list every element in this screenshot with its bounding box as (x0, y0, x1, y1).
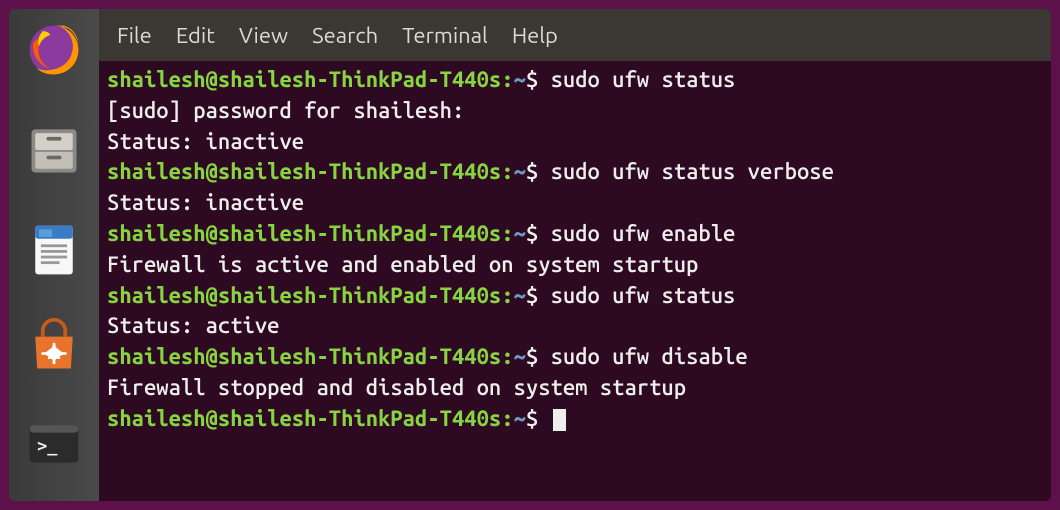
prompt-user-host: shailesh@shailesh-ThinkPad-T440s (107, 344, 501, 369)
command-text: sudo ufw status verbose (551, 159, 834, 184)
ubuntu-desktop: A >_ File Edit View Search Terminal Help… (9, 9, 1051, 501)
prompt-path: ~ (514, 221, 526, 246)
command-text: sudo ufw status (551, 283, 736, 308)
prompt-symbol: $ (526, 67, 538, 92)
prompt-user-host: shailesh@shailesh-ThinkPad-T440s (107, 67, 501, 92)
file-cabinet-icon (24, 120, 84, 180)
prompt-user-host: shailesh@shailesh-ThinkPad-T440s (107, 406, 501, 431)
svg-text:>_: >_ (37, 435, 58, 455)
launcher-item-writer[interactable] (19, 215, 89, 285)
terminal-icon: >_ (24, 412, 84, 472)
launcher-item-files[interactable] (19, 115, 89, 185)
command-text: sudo ufw status (551, 67, 736, 92)
terminal-output: Status: inactive (107, 188, 1043, 219)
terminal-output: Status: active (107, 311, 1043, 342)
menu-file[interactable]: File (117, 23, 152, 48)
document-icon (24, 220, 84, 280)
launcher-item-firefox[interactable] (19, 15, 89, 85)
terminal-line: shailesh@shailesh-ThinkPad-T440s:~$ sudo… (107, 342, 1043, 373)
prompt-symbol: $ (526, 283, 538, 308)
shopping-bag-icon: A (24, 316, 84, 376)
prompt-symbol: $ (526, 406, 538, 431)
command-text: sudo ufw enable (551, 221, 736, 246)
terminal-line: shailesh@shailesh-ThinkPad-T440s:~$ sudo… (107, 65, 1043, 96)
terminal-line: shailesh@shailesh-ThinkPad-T440s:~$ sudo… (107, 281, 1043, 312)
launcher-item-terminal[interactable]: >_ (19, 407, 89, 477)
firefox-icon (24, 20, 84, 80)
prompt-user-host: shailesh@shailesh-ThinkPad-T440s (107, 159, 501, 184)
terminal-line: shailesh@shailesh-ThinkPad-T440s:~$ (107, 404, 1043, 435)
prompt-symbol: $ (526, 159, 538, 184)
menu-view[interactable]: View (239, 23, 288, 48)
terminal-cursor (553, 409, 566, 431)
prompt-symbol: $ (526, 221, 538, 246)
launcher-item-software[interactable]: A (19, 311, 89, 381)
prompt-path: ~ (514, 283, 526, 308)
launcher-dock: A >_ (9, 9, 99, 501)
terminal-body[interactable]: shailesh@shailesh-ThinkPad-T440s:~$ sudo… (99, 61, 1051, 501)
menu-search[interactable]: Search (312, 23, 378, 48)
prompt-path: ~ (514, 344, 526, 369)
command-text: sudo ufw disable (551, 344, 748, 369)
prompt-path: ~ (514, 159, 526, 184)
prompt-path: ~ (514, 406, 526, 431)
terminal-output: Firewall is active and enabled on system… (107, 250, 1043, 281)
terminal-menubar: File Edit View Search Terminal Help (99, 9, 1051, 61)
terminal-output: [sudo] password for shailesh: (107, 96, 1043, 127)
svg-text:A: A (47, 342, 61, 363)
terminal-output: Firewall stopped and disabled on system … (107, 373, 1043, 404)
prompt-user-host: shailesh@shailesh-ThinkPad-T440s (107, 283, 501, 308)
terminal-output: Status: inactive (107, 127, 1043, 158)
menu-terminal[interactable]: Terminal (402, 23, 488, 48)
prompt-path: ~ (514, 67, 526, 92)
terminal-window: File Edit View Search Terminal Help shai… (99, 9, 1051, 501)
prompt-user-host: shailesh@shailesh-ThinkPad-T440s (107, 221, 501, 246)
terminal-line: shailesh@shailesh-ThinkPad-T440s:~$ sudo… (107, 157, 1043, 188)
terminal-line: shailesh@shailesh-ThinkPad-T440s:~$ sudo… (107, 219, 1043, 250)
prompt-symbol: $ (526, 344, 538, 369)
menu-help[interactable]: Help (512, 23, 558, 48)
menu-edit[interactable]: Edit (176, 23, 215, 48)
